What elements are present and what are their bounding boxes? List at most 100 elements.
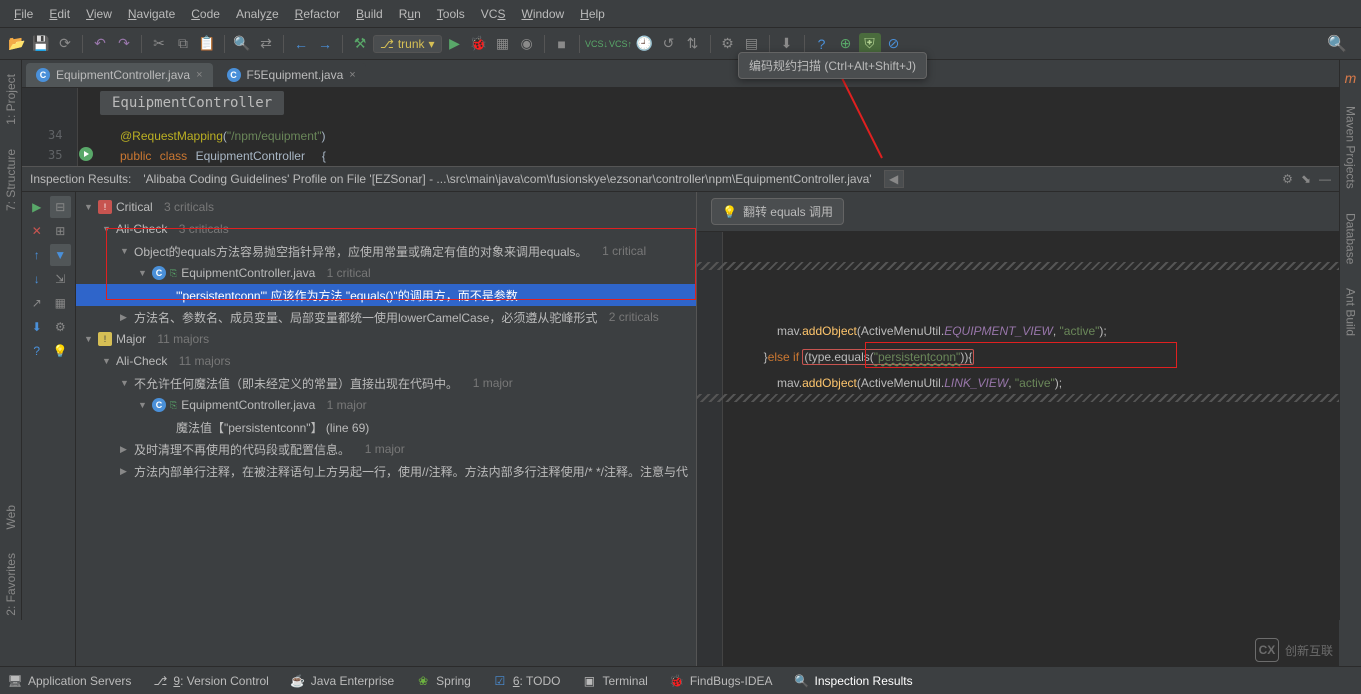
class-icon: C [36, 68, 50, 82]
undo-icon[interactable]: ↶ [89, 33, 111, 55]
tree-rule-comment[interactable]: ▶ 方法内部单行注释，在被注释语句上方另起一行，使用//注释。方法内部多行注释使… [76, 460, 696, 482]
tree-file-major[interactable]: ▼C⎘ EquipmentController.java 1 major [76, 394, 696, 416]
find-icon[interactable]: 🔍 [231, 33, 253, 55]
settings-icon[interactable]: ⚙ [50, 316, 72, 338]
filter-icon[interactable]: ▼ [50, 244, 72, 266]
tool-ant[interactable]: Ant Build [1344, 284, 1358, 340]
tool-web[interactable]: Web [4, 501, 18, 533]
rerun-icon[interactable]: ▶ [26, 196, 48, 218]
run-icon[interactable]: ▶ [444, 33, 466, 55]
menu-vcs[interactable]: VCS [473, 7, 514, 21]
code-preview[interactable]: mav.addObject(ActiveMenuUtil.EQUIPMENT_V… [697, 232, 1339, 666]
menu-analyze[interactable]: Analyze [228, 7, 287, 21]
open-icon[interactable]: 📂 [6, 33, 28, 55]
menu-navigate[interactable]: Navigate [120, 7, 183, 21]
menu-refactor[interactable]: Refactor [287, 7, 348, 21]
inspection-title: Inspection Results: [30, 172, 131, 186]
nav-left-icon[interactable]: ◀ [884, 170, 904, 188]
code-line-35[interactable]: public class EquipmentController { [120, 148, 326, 164]
group-icon[interactable]: ▦ [50, 292, 72, 314]
gear-icon[interactable]: ⚙ [1282, 172, 1293, 186]
inspection-tree[interactable]: ▼! Critical 3 criticals ▼ Ali-Check 3 cr… [76, 192, 696, 666]
prev-icon[interactable]: ↑ [26, 244, 48, 266]
menu-view[interactable]: View [78, 7, 120, 21]
history-icon[interactable]: 🕘 [634, 33, 656, 55]
build-icon[interactable]: ⚒ [349, 33, 371, 55]
tool-project[interactable]: 1: Project [4, 70, 18, 129]
tree-major[interactable]: ▼! Major 11 majors [76, 328, 696, 350]
status-vcs[interactable]: ⎇9: Version Control [153, 674, 268, 688]
profile-icon[interactable]: ◉ [516, 33, 538, 55]
tree-file-crit[interactable]: ▼C⎘ EquipmentController.java 1 critical [76, 262, 696, 284]
coverage-icon[interactable]: ▦ [492, 33, 514, 55]
status-terminal[interactable]: ▣Terminal [582, 674, 647, 688]
tree-rule-cleanup[interactable]: ▶ 及时清理不再使用的代码段或配置信息。 1 major [76, 438, 696, 460]
stop-icon[interactable]: ■ [551, 33, 573, 55]
bulb-icon[interactable]: 💡 [50, 340, 72, 362]
tool-maven[interactable]: Maven Projects [1344, 102, 1358, 193]
cut-icon[interactable]: ✂ [148, 33, 170, 55]
status-findbugs[interactable]: 🐞FindBugs-IDEA [670, 674, 773, 688]
menu-build[interactable]: Build [348, 7, 391, 21]
back-icon[interactable]: ← [290, 33, 312, 55]
menu-window[interactable]: Window [513, 7, 572, 21]
debug-icon[interactable]: 🐞 [468, 33, 490, 55]
close-icon[interactable]: × [196, 69, 202, 81]
close-icon[interactable]: × [349, 69, 355, 81]
tree-alicheck-major[interactable]: ▼ Ali-Check 11 majors [76, 350, 696, 372]
down-icon[interactable]: ⬇ [26, 316, 48, 338]
class-icon: C [227, 68, 241, 82]
menu-file[interactable]: File [6, 7, 41, 21]
branch-combo[interactable]: ⎇ trunk ▾ [373, 35, 442, 53]
tool-database[interactable]: Database [1344, 209, 1358, 268]
status-appservers[interactable]: 🖥Application Servers [8, 674, 131, 688]
menu-tools[interactable]: Tools [429, 7, 473, 21]
code-line-34[interactable]: @RequestMapping("/npm/equipment") [120, 128, 326, 144]
breadcrumb[interactable]: EquipmentController [100, 91, 284, 115]
vcs-update-icon[interactable]: VCS↓ [586, 33, 608, 55]
vcs-commit-icon[interactable]: VCS↑ [610, 33, 632, 55]
status-todo[interactable]: ☑6: TODO [493, 674, 561, 688]
save-all-icon[interactable]: 💾 [30, 33, 52, 55]
status-inspection[interactable]: 🔍Inspection Results [795, 674, 913, 688]
collapse-icon[interactable]: ⊞ [50, 220, 72, 242]
tab-equipment-controller[interactable]: C EquipmentController.java × [26, 63, 213, 87]
menu-code[interactable]: Code [183, 7, 228, 21]
tree-issue-magic[interactable]: 魔法值【"persistentconn"】 (line 69) [76, 416, 696, 438]
sync-icon[interactable]: ⟳ [54, 33, 76, 55]
paste-icon[interactable]: 📋 [196, 33, 218, 55]
tree-rule-camelcase[interactable]: ▶ 方法名、参数名、成员变量、局部变量都统一使用lowerCamelCase，必… [76, 306, 696, 328]
tree-critical[interactable]: ▼! Critical 3 criticals [76, 196, 696, 218]
menu-help[interactable]: Help [572, 7, 613, 21]
menu-run[interactable]: Run [391, 7, 429, 21]
copy-icon[interactable]: ⧉ [172, 33, 194, 55]
status-spring[interactable]: ❀Spring [416, 674, 471, 688]
status-jee[interactable]: ☕Java Enterprise [291, 674, 394, 688]
diff-icon[interactable]: ⇅ [682, 33, 704, 55]
close-icon[interactable]: ✕ [26, 220, 48, 242]
quickfix-button[interactable]: 💡 翻转 equals 调用 [711, 198, 844, 225]
tool-favorites[interactable]: 2: Favorites [4, 549, 18, 620]
gutter-run-icon[interactable] [78, 146, 96, 164]
minimize-icon[interactable]: ⬊ [1301, 172, 1311, 186]
search-everywhere-icon[interactable]: 🔍 [1327, 34, 1355, 54]
expand-icon[interactable]: ⊟ [50, 196, 72, 218]
replace-icon[interactable]: ⇄ [255, 33, 277, 55]
redo-icon[interactable]: ↷ [113, 33, 135, 55]
bulb-icon: 💡 [722, 205, 737, 219]
tree-rule-equals[interactable]: ▼ Object的equals方法容易抛空指针异常，应使用常量或确定有值的对象来… [76, 240, 696, 262]
help-icon[interactable]: ? [26, 340, 48, 362]
next-icon[interactable]: ↓ [26, 268, 48, 290]
settings-icon[interactable]: ⚙ [717, 33, 739, 55]
tab-f5-equipment[interactable]: C F5Equipment.java × [217, 63, 366, 87]
tree-rule-magic[interactable]: ▼ 不允许任何魔法值（即未经定义的常量）直接出现在代码中。 1 major [76, 372, 696, 394]
forward-icon[interactable]: → [314, 33, 336, 55]
tree-issue-selected[interactable]: '"persistentconn"' 应该作为方法 "equals()"的调用方… [76, 284, 696, 306]
hide-icon[interactable]: — [1319, 172, 1331, 186]
tool-structure[interactable]: 7: Structure [4, 145, 18, 215]
tree-alicheck-crit[interactable]: ▼ Ali-Check 3 criticals [76, 218, 696, 240]
menu-edit[interactable]: Edit [41, 7, 78, 21]
rollback-icon[interactable]: ↺ [658, 33, 680, 55]
autoscroll-icon[interactable]: ⇲ [50, 268, 72, 290]
export-icon[interactable]: ↗ [26, 292, 48, 314]
